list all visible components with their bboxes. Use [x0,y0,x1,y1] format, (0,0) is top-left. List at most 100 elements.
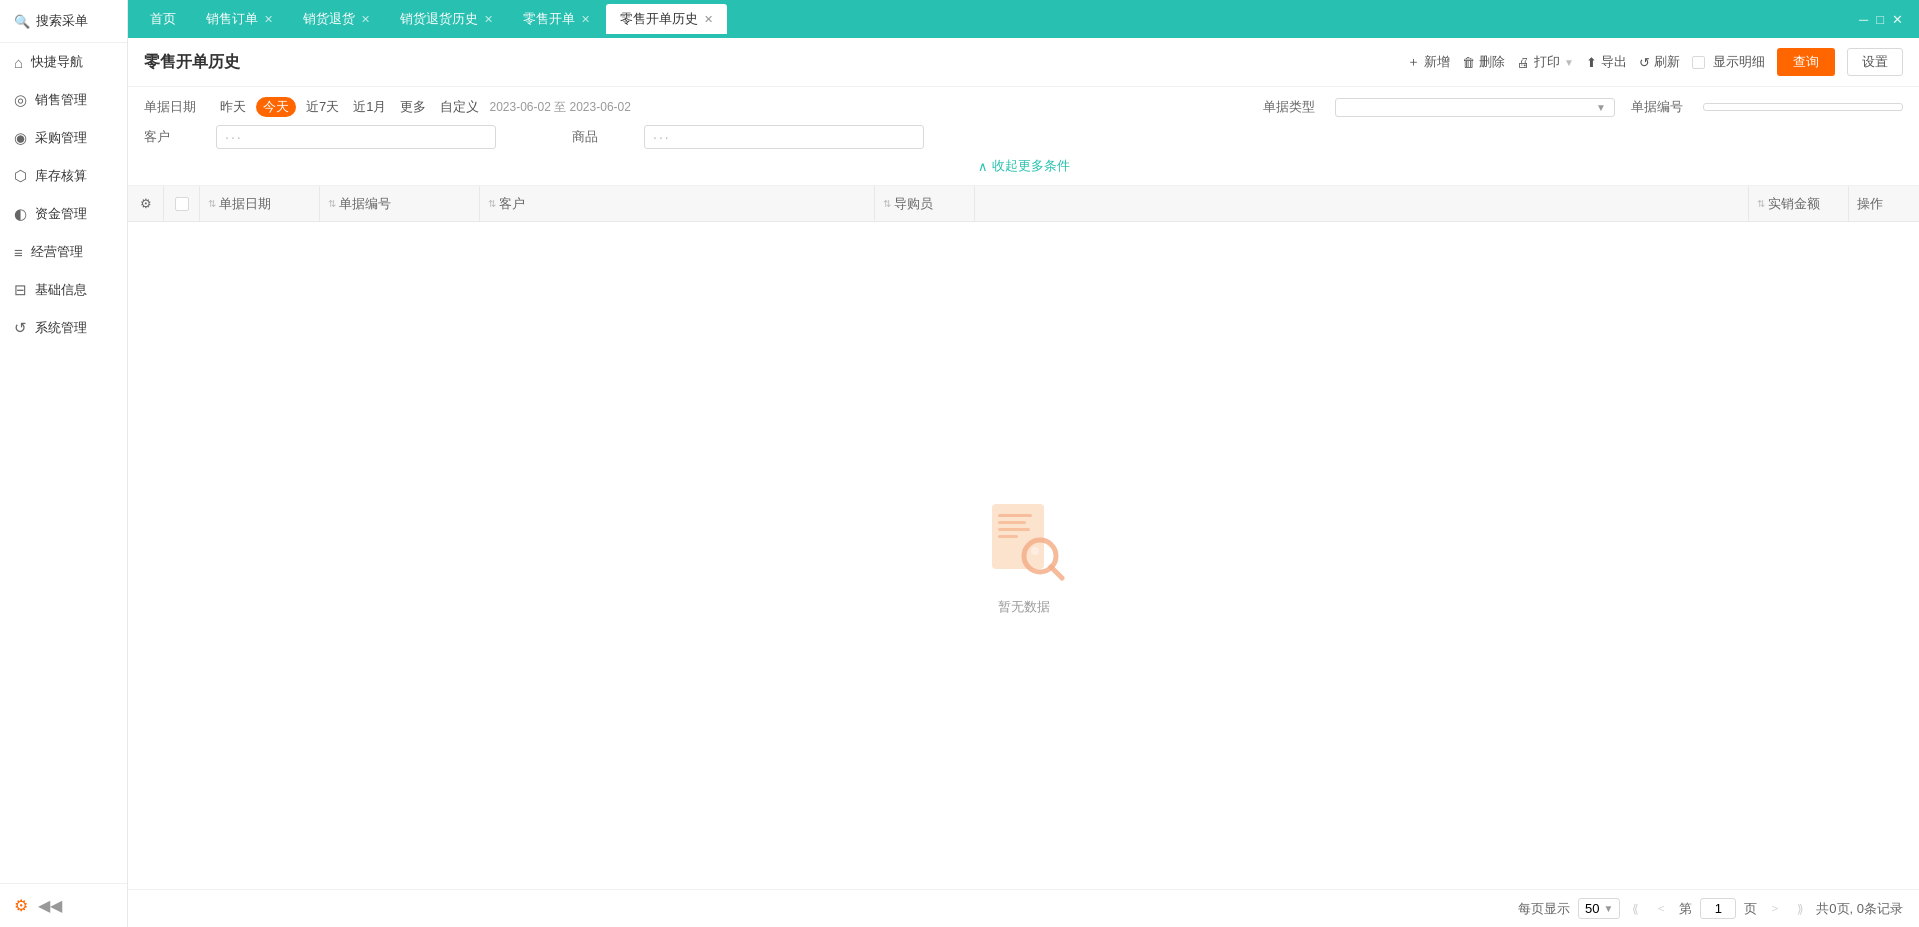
refresh-icon: ↺ [1639,55,1650,70]
select-all-checkbox[interactable] [175,197,189,211]
date-opt-1month[interactable]: 近1月 [349,97,390,117]
tab-retail-open[interactable]: 零售开单 ✕ [509,4,604,34]
date-opt-more[interactable]: 更多 [396,97,430,117]
th-amount-label: 实销金额 [1768,195,1820,213]
collapse-filter-button[interactable]: ∧ 收起更多条件 [144,157,1903,175]
th-date[interactable]: ⇅ 单据日期 [200,186,320,221]
tab-sales-return[interactable]: 销货退货 ✕ [289,4,384,34]
goods-input-dots: ··· [653,129,671,145]
empty-illustration [974,496,1074,586]
sort-icon: ⇅ [328,198,336,209]
add-icon: ＋ [1407,53,1420,71]
basic-icon: ⊟ [14,281,27,299]
type-label: 单据类型 [1263,98,1319,116]
table-area: ⚙ ⇅ 单据日期 ⇅ 单据编号 ⇅ 客户 ⇅ [128,186,1919,889]
th-spacer [975,186,1749,221]
date-opt-today[interactable]: 今天 [256,97,296,117]
search-icon: 🔍 [14,14,30,29]
prev-page-button[interactable]: ＜ [1651,898,1671,919]
tab-home[interactable]: 首页 [136,4,190,34]
th-guide[interactable]: ⇅ 导购员 [875,186,975,221]
date-opt-custom[interactable]: 自定义 [436,97,483,117]
sidebar-item-label: 采购管理 [35,129,87,147]
sales-icon: ◎ [14,91,27,109]
page-word: 第 [1679,900,1692,918]
page-size-value: 50 [1585,901,1599,916]
next-page-button[interactable]: ＞ [1765,898,1785,919]
collapse-sidebar-button[interactable]: ◀◀ [38,896,62,915]
last-page-button[interactable]: ⟫ [1793,900,1808,918]
sidebar-item-finance[interactable]: ◐ 资金管理 [0,195,127,233]
sidebar-search-label: 搜索采单 [36,12,88,30]
sidebar-item-sales-mgmt[interactable]: ◎ 销售管理 [0,81,127,119]
sidebar-item-sys-mgmt[interactable]: ↺ 系统管理 [0,309,127,347]
purchase-icon: ◉ [14,129,27,147]
tab-close-icon[interactable]: ✕ [361,13,370,26]
close-button[interactable]: ✕ [1892,12,1903,27]
th-customer[interactable]: ⇅ 客户 [480,186,875,221]
checkbox-icon [1692,56,1705,69]
date-opt-yesterday[interactable]: 昨天 [216,97,250,117]
sidebar-item-basic-info[interactable]: ⊟ 基础信息 [0,271,127,309]
th-date-label: 单据日期 [219,195,271,213]
show-detail-checkbox[interactable]: 显示明细 [1692,53,1765,71]
chevron-down-icon: ▼ [1596,102,1606,113]
print-button[interactable]: 🖨 打印 ▼ [1517,53,1574,71]
sidebar-item-quick-nav[interactable]: ⌂ 快捷导航 [0,43,127,81]
svg-line-6 [1051,567,1062,578]
num-input[interactable] [1703,103,1903,111]
customer-input[interactable]: ··· [216,125,496,149]
sidebar-item-inventory[interactable]: ⬡ 库存核算 [0,157,127,195]
sort-icon: ⇅ [883,198,891,209]
tab-home-label: 首页 [150,10,176,28]
tab-close-icon[interactable]: ✕ [581,13,590,26]
th-customer-label: 客户 [499,195,525,213]
table-body: 暂无数据 [128,222,1919,889]
query-button[interactable]: 查询 [1777,48,1835,76]
tab-sales-order-label: 销售订单 [206,10,258,28]
settings-button[interactable]: 设置 [1847,48,1903,76]
sort-icon: ⇅ [488,198,496,209]
sidebar-search[interactable]: 🔍 搜索采单 [0,0,127,43]
th-settings[interactable]: ⚙ [128,186,164,221]
th-check[interactable] [164,186,200,221]
sidebar-item-label: 资金管理 [35,205,87,223]
print-icon: 🖨 [1517,55,1530,70]
goods-input[interactable]: ··· [644,125,924,149]
th-num[interactable]: ⇅ 单据编号 [320,186,480,221]
tab-close-icon[interactable]: ✕ [704,13,713,26]
tab-sales-order[interactable]: 销售订单 ✕ [192,4,287,34]
refresh-button[interactable]: ↺ 刷新 [1639,53,1680,71]
settings-icon: ⚙ [140,196,152,211]
page-size-select[interactable]: 50 ▼ [1578,898,1620,919]
type-select[interactable]: ▼ [1335,98,1615,117]
date-options: 昨天 今天 近7天 近1月 更多 自定义 2023-06-02 至 2023-0… [216,97,631,117]
tab-close-icon[interactable]: ✕ [264,13,273,26]
page-content: 零售开单历史 ＋ 新增 🗑 删除 🖨 打印 ▼ ⬆ 导出 [128,38,1919,927]
th-guide-label: 导购员 [894,195,933,213]
minimize-button[interactable]: ─ [1859,12,1868,27]
per-page-label: 每页显示 [1518,900,1570,918]
delete-button[interactable]: 🗑 删除 [1462,53,1505,71]
first-page-button[interactable]: ⟪ [1628,900,1643,918]
gear-button[interactable]: ⚙ [14,896,28,915]
page-size-arrow-icon: ▼ [1603,903,1613,914]
tab-sales-return-history[interactable]: 销货退货历史 ✕ [386,4,507,34]
sidebar-item-purchase-mgmt[interactable]: ◉ 采购管理 [0,119,127,157]
add-button[interactable]: ＋ 新增 [1407,53,1450,71]
page-label: 页 [1744,900,1757,918]
show-detail-label: 显示明细 [1713,53,1765,71]
date-opt-7days[interactable]: 近7天 [302,97,343,117]
th-amount[interactable]: ⇅ 实销金额 [1749,186,1849,221]
page-number-input[interactable] [1700,898,1736,919]
sidebar-item-operations[interactable]: ≡ 经营管理 [0,233,127,271]
svg-rect-4 [998,535,1018,538]
finance-icon: ◐ [14,205,27,223]
sys-icon: ↺ [14,319,27,337]
maximize-button[interactable]: □ [1876,12,1884,27]
export-button[interactable]: ⬆ 导出 [1586,53,1627,71]
empty-text: 暂无数据 [998,598,1050,616]
tab-close-icon[interactable]: ✕ [484,13,493,26]
tab-sales-return-label: 销货退货 [303,10,355,28]
tab-retail-history[interactable]: 零售开单历史 ✕ [606,4,727,34]
